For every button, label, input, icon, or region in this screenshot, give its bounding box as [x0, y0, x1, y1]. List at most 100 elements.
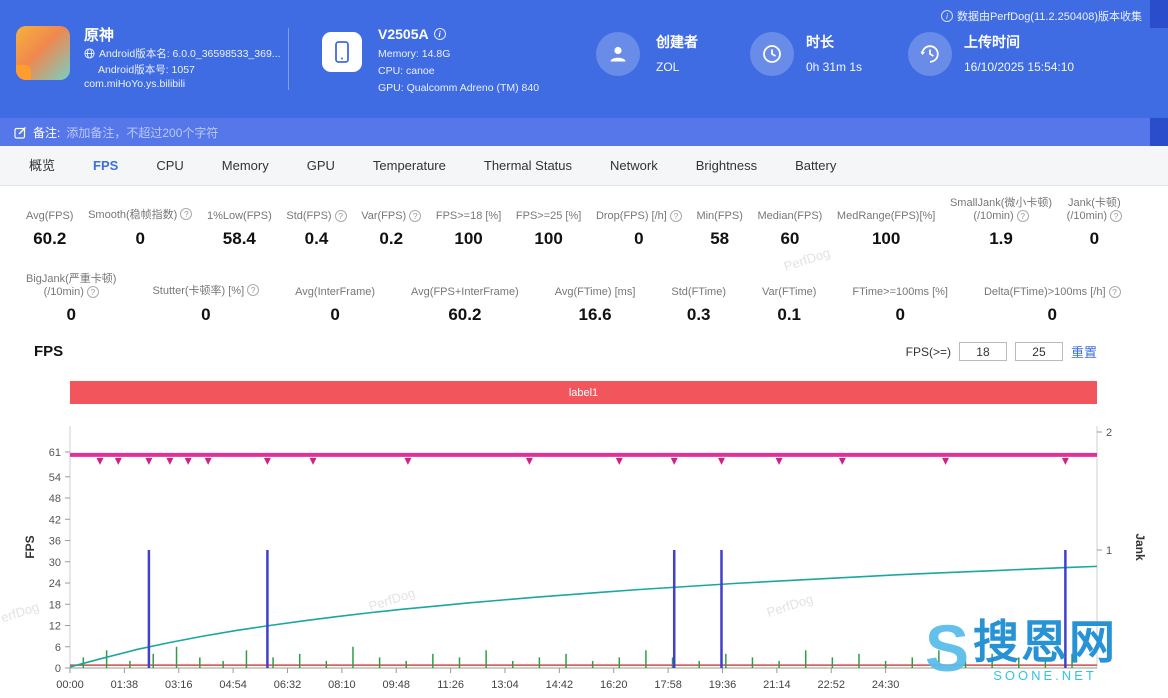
- stat-label: Std(FTime): [671, 286, 726, 298]
- svg-text:18: 18: [49, 599, 61, 611]
- svg-text:Jank: Jank: [1133, 533, 1147, 561]
- svg-text:0: 0: [55, 663, 61, 675]
- phone-icon: [335, 41, 349, 63]
- edit-icon: [14, 126, 26, 139]
- stat-label: 1%Low(FPS): [206, 210, 272, 222]
- device-icon: [322, 32, 362, 72]
- stat-label: FPS>=18 [%]: [435, 210, 502, 222]
- stat-label: Min(FPS): [696, 210, 743, 222]
- creator-value: ZOL: [656, 60, 680, 74]
- stat-label: Avg(FPS): [26, 210, 74, 222]
- report-tabbar: 概览 FPS CPU Memory GPU Temperature Therma…: [0, 146, 1168, 186]
- stat-value: 0: [330, 305, 340, 324]
- stat-delta-ftime: Delta(FTime)>100ms [/h]? 0: [984, 268, 1121, 325]
- info-icon[interactable]: ?: [669, 210, 682, 222]
- tab-battery[interactable]: Battery: [776, 146, 855, 186]
- tab-gpu[interactable]: GPU: [288, 146, 354, 186]
- duration-badge: [750, 32, 794, 76]
- reset-button[interactable]: 重置: [1071, 342, 1097, 361]
- info-icon[interactable]: ?: [1016, 210, 1029, 222]
- info-icon[interactable]: ?: [1110, 210, 1122, 222]
- scrollbar-thumb[interactable]: [1150, 0, 1168, 28]
- info-icon[interactable]: ?: [409, 210, 422, 222]
- stat-label: FPS>=25 [%]: [515, 210, 582, 222]
- stat-stutter: Stutter(卡顿率) [%]? 0: [152, 268, 260, 325]
- tab-brightness[interactable]: Brightness: [677, 146, 776, 186]
- stat-value: 16.6: [578, 305, 612, 324]
- device-info-icon[interactable]: i: [433, 28, 446, 40]
- tab-temperature[interactable]: Temperature: [354, 146, 465, 186]
- stat-avg-fps-interframe: Avg(FPS+InterFrame) 60.2: [411, 268, 519, 325]
- scrollbar-thumb[interactable]: [1150, 118, 1168, 146]
- tab-thermal-status[interactable]: Thermal Status: [465, 146, 591, 186]
- stat-label: BigJank(严重卡顿): [26, 273, 117, 285]
- globe-icon: [84, 48, 95, 59]
- stat-value: 0.4: [304, 229, 329, 248]
- device-model: V2505A i: [378, 26, 446, 42]
- fps-chart[interactable]: 0 6 12 18 24 30 36 42 48 54 61 1 2 00:00 01:38 03:16 04:…: [0, 406, 1168, 698]
- svg-text:24:30: 24:30: [872, 679, 900, 691]
- tab-memory[interactable]: Memory: [203, 146, 288, 186]
- person-icon: [610, 46, 626, 62]
- tab-network[interactable]: Network: [591, 146, 677, 186]
- stat-value: 0: [1089, 229, 1100, 248]
- stat-label: FTime>=100ms [%]: [852, 286, 948, 298]
- stat-std-ftime: Std(FTime) 0.3: [671, 268, 726, 325]
- stat-value: 60.2: [448, 305, 482, 324]
- stat-label: Stutter(卡顿率) [%]: [152, 285, 245, 297]
- fps-section-title: FPS: [34, 343, 64, 360]
- collect-info: i 数据由PerfDog(11.2.250408)版本收集: [940, 8, 1142, 24]
- svg-text:36: 36: [49, 536, 61, 548]
- game-android-version-name-text: Android版本名: 6.0.0_36598533_369...: [99, 48, 281, 60]
- fps-filter-controls: FPS(>=) 重置: [906, 342, 1097, 361]
- info-icon[interactable]: ?: [180, 208, 193, 220]
- tab-overview[interactable]: 概览: [10, 146, 74, 186]
- remark-bar[interactable]: 备注: 添加备注，不超过200个字符: [0, 118, 1168, 146]
- fps-threshold-max-input[interactable]: [1014, 342, 1063, 361]
- stat-drop-fps: Drop(FPS) [/h]? 0: [596, 192, 682, 249]
- stat-label: Jank(卡顿): [1068, 197, 1121, 209]
- game-package-name: com.miHoYo.ys.bilibili: [84, 78, 186, 90]
- fps-stats-row-1: Avg(FPS) 60.2 Smooth(稳帧指数)? 0 1%Low(FPS)…: [0, 192, 1168, 249]
- fps-chart-svg[interactable]: 061218243036424854611200:00 01:38 03:16 04:…: [0, 406, 1168, 698]
- svg-text:30: 30: [49, 557, 61, 569]
- device-gpu: GPU: Qualcomm Adreno (TM) 840: [378, 82, 540, 94]
- duration-value: 0h 31m 1s: [806, 60, 863, 74]
- game-app-badge-icon: [16, 65, 31, 80]
- stat-value: 0: [135, 229, 145, 248]
- stat-label: Median(FPS): [757, 210, 823, 222]
- stat-smalljank: SmallJank(微小卡顿) (/10min)? 1.9: [950, 192, 1052, 249]
- stat-label: Smooth(稳帧指数): [88, 209, 178, 221]
- stat-label: Var(FTime): [762, 286, 817, 298]
- tab-cpu[interactable]: CPU: [137, 146, 202, 186]
- svg-text:12: 12: [49, 621, 61, 633]
- stat-label-line2: (/10min): [43, 286, 84, 298]
- svg-text:6: 6: [55, 642, 61, 654]
- stat-label: Delta(FTime)>100ms [/h]: [983, 286, 1106, 298]
- svg-text:03:16: 03:16: [165, 679, 193, 691]
- fps-stats-row-2: BigJank(严重卡顿) (/10min)? 0 Stutter(卡顿率) […: [0, 268, 1168, 325]
- stat-fps-ge-18: FPS>=18 [%] 100: [436, 192, 501, 249]
- remark-label: 备注:: [33, 125, 61, 140]
- svg-text:11:26: 11:26: [437, 679, 464, 691]
- info-icon[interactable]: ?: [247, 284, 260, 296]
- creator-label: 创建者: [656, 34, 698, 50]
- stat-ftime-ge-100ms: FTime>=100ms [%] 0: [852, 268, 948, 325]
- game-android-version-name: Android版本名: 6.0.0_36598533_369...: [84, 46, 281, 61]
- remark-input[interactable]: 添加备注，不超过200个字符: [66, 124, 218, 141]
- stat-value: 100: [534, 229, 563, 248]
- stat-1pct-low-fps: 1%Low(FPS) 58.4: [207, 192, 272, 249]
- info-icon[interactable]: ?: [1108, 286, 1121, 298]
- svg-text:54: 54: [49, 472, 61, 484]
- svg-text:19:36: 19:36: [709, 679, 737, 691]
- info-icon[interactable]: ?: [86, 286, 99, 298]
- info-icon[interactable]: ?: [334, 210, 347, 222]
- tab-fps[interactable]: FPS: [74, 146, 137, 186]
- svg-text:01:38: 01:38: [111, 679, 139, 691]
- stat-median-fps: Median(FPS) 60: [758, 192, 823, 249]
- game-app-icon: [16, 26, 70, 80]
- stat-label: Avg(FTime) [ms]: [554, 286, 636, 298]
- fps-threshold-min-input[interactable]: [958, 342, 1007, 361]
- stat-value: 0: [634, 229, 644, 248]
- stat-label: Avg(InterFrame): [295, 286, 376, 298]
